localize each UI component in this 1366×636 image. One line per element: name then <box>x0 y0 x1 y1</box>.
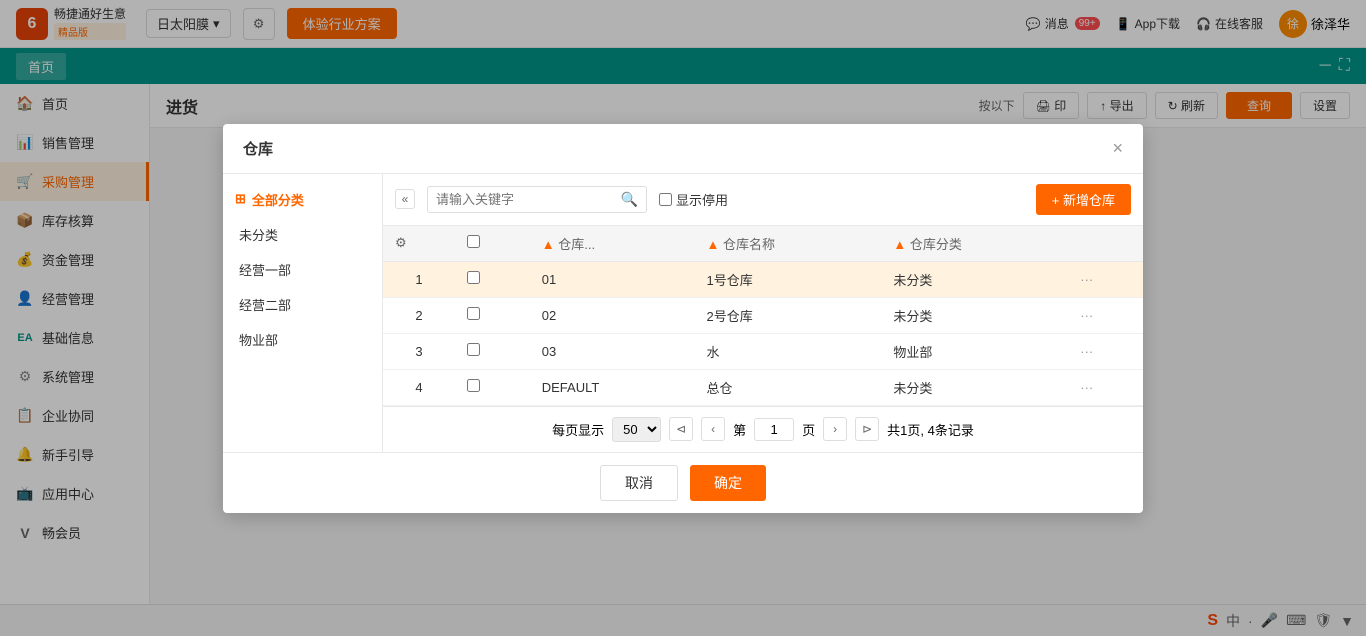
dialog-header: 仓库 × <box>223 124 1143 174</box>
category-item-uncategorized[interactable]: 未分类 <box>223 217 382 252</box>
dialog-footer: 取消 确定 <box>223 452 1143 513</box>
row-more[interactable]: ··· <box>1068 261 1143 297</box>
select-all-checkbox[interactable] <box>467 235 480 248</box>
row-name: 2号仓库 <box>695 297 882 333</box>
row-checkbox[interactable] <box>455 261 530 297</box>
table-row[interactable]: 2 02 2号仓库 未分类 ··· <box>383 297 1143 333</box>
category-all-header[interactable]: ⊞ 全部分类 <box>223 182 382 217</box>
warehouse-table: ⚙ ▲ 仓库... ▲ 仓库名称 <box>383 226 1143 406</box>
col-checkbox <box>455 226 530 262</box>
table-toolbar: « 🔍 显示停用 + 新增仓库 <box>383 174 1143 226</box>
search-icon[interactable]: 🔍 <box>621 191 638 208</box>
dialog-title: 仓库 <box>243 138 273 159</box>
row-checkbox[interactable] <box>455 297 530 333</box>
row-name: 1号仓库 <box>695 261 882 297</box>
pagination: 每页显示 50 ⊲ ‹ 第 页 › ⊳ 共1页, 4条记录 <box>383 406 1143 452</box>
row-checkbox[interactable] <box>455 369 530 405</box>
page-label: 第 <box>733 420 746 439</box>
search-input[interactable] <box>436 192 621 207</box>
cancel-button[interactable]: 取消 <box>600 465 678 501</box>
next-page-button[interactable]: › <box>823 417 847 441</box>
row-code: DEFAULT <box>530 369 695 405</box>
category-panel: ⊞ 全部分类 未分类 经营一部 经营二部 物业部 <box>223 174 383 452</box>
category-item-property[interactable]: 物业部 <box>223 322 382 357</box>
table-row[interactable]: 1 01 1号仓库 未分类 ··· <box>383 261 1143 297</box>
table-scroll: ⚙ ▲ 仓库... ▲ 仓库名称 <box>383 226 1143 406</box>
row-code: 03 <box>530 333 695 369</box>
last-page-button[interactable]: ⊳ <box>855 417 879 441</box>
collapse-button[interactable]: « <box>395 189 415 209</box>
category-all-label: 全部分类 <box>252 190 304 209</box>
dialog-close-button[interactable]: × <box>1112 139 1123 157</box>
warehouse-dialog: 仓库 × ⊞ 全部分类 未分类 经营一部 经营二部 物业部 « <box>223 124 1143 513</box>
row-num: 4 <box>383 369 455 405</box>
row-category: 未分类 <box>881 297 1068 333</box>
row-category: 物业部 <box>881 333 1068 369</box>
table-panel: « 🔍 显示停用 + 新增仓库 <box>383 174 1143 452</box>
col-actions <box>1068 226 1143 262</box>
col-category[interactable]: ▲ 仓库分类 <box>881 226 1068 262</box>
row-category: 未分类 <box>881 261 1068 297</box>
col-settings: ⚙ <box>383 226 455 262</box>
grid-icon: ⊞ <box>235 191 246 207</box>
table-header: ⚙ ▲ 仓库... ▲ 仓库名称 <box>383 226 1143 262</box>
row-more[interactable]: ··· <box>1068 297 1143 333</box>
row-category: 未分类 <box>881 369 1068 405</box>
table-row[interactable]: 4 DEFAULT 总仓 未分类 ··· <box>383 369 1143 405</box>
row-code: 01 <box>530 261 695 297</box>
add-warehouse-button[interactable]: + 新增仓库 <box>1036 184 1131 215</box>
row-more[interactable]: ··· <box>1068 333 1143 369</box>
prev-page-button[interactable]: ‹ <box>701 417 725 441</box>
first-page-button[interactable]: ⊲ <box>669 417 693 441</box>
col-cat-sort-icon: ▲ <box>893 237 906 252</box>
more-icon[interactable]: ··· <box>1080 272 1093 287</box>
more-icon[interactable]: ··· <box>1080 308 1093 323</box>
category-item-dept2[interactable]: 经营二部 <box>223 287 382 322</box>
show-disabled-check[interactable] <box>659 193 672 206</box>
row-more[interactable]: ··· <box>1068 369 1143 405</box>
row-name: 水 <box>695 333 882 369</box>
sort-icon: ▲ <box>542 237 555 252</box>
category-item-dept1[interactable]: 经营一部 <box>223 252 382 287</box>
confirm-button[interactable]: 确定 <box>690 465 766 501</box>
row-num: 2 <box>383 297 455 333</box>
show-disabled-checkbox[interactable]: 显示停用 <box>659 190 728 209</box>
row-num: 1 <box>383 261 455 297</box>
dialog-body: ⊞ 全部分类 未分类 经营一部 经营二部 物业部 « 🔍 <box>223 174 1143 452</box>
col-name[interactable]: ▲ 仓库名称 <box>695 226 882 262</box>
table-body: 1 01 1号仓库 未分类 ··· 2 02 2 <box>383 261 1143 405</box>
modal-overlay: 仓库 × ⊞ 全部分类 未分类 经营一部 经营二部 物业部 « <box>0 0 1366 636</box>
table-row[interactable]: 3 03 水 物业部 ··· <box>383 333 1143 369</box>
show-disabled-label: 显示停用 <box>676 190 728 209</box>
row-code: 02 <box>530 297 695 333</box>
col-name-sort-icon: ▲ <box>707 237 720 252</box>
page-suffix: 页 <box>802 420 815 439</box>
search-box: 🔍 <box>427 186 647 213</box>
total-info: 共1页, 4条记录 <box>887 420 974 439</box>
table-header-row: ⚙ ▲ 仓库... ▲ 仓库名称 <box>383 226 1143 262</box>
row-checkbox[interactable] <box>455 333 530 369</box>
row-name: 总仓 <box>695 369 882 405</box>
page-size-label: 每页显示 <box>552 420 604 439</box>
page-size-select[interactable]: 50 <box>612 417 661 442</box>
more-icon[interactable]: ··· <box>1080 344 1093 359</box>
more-icon[interactable]: ··· <box>1080 380 1093 395</box>
col-code[interactable]: ▲ 仓库... <box>530 226 695 262</box>
row-num: 3 <box>383 333 455 369</box>
page-number-input[interactable] <box>754 418 794 441</box>
